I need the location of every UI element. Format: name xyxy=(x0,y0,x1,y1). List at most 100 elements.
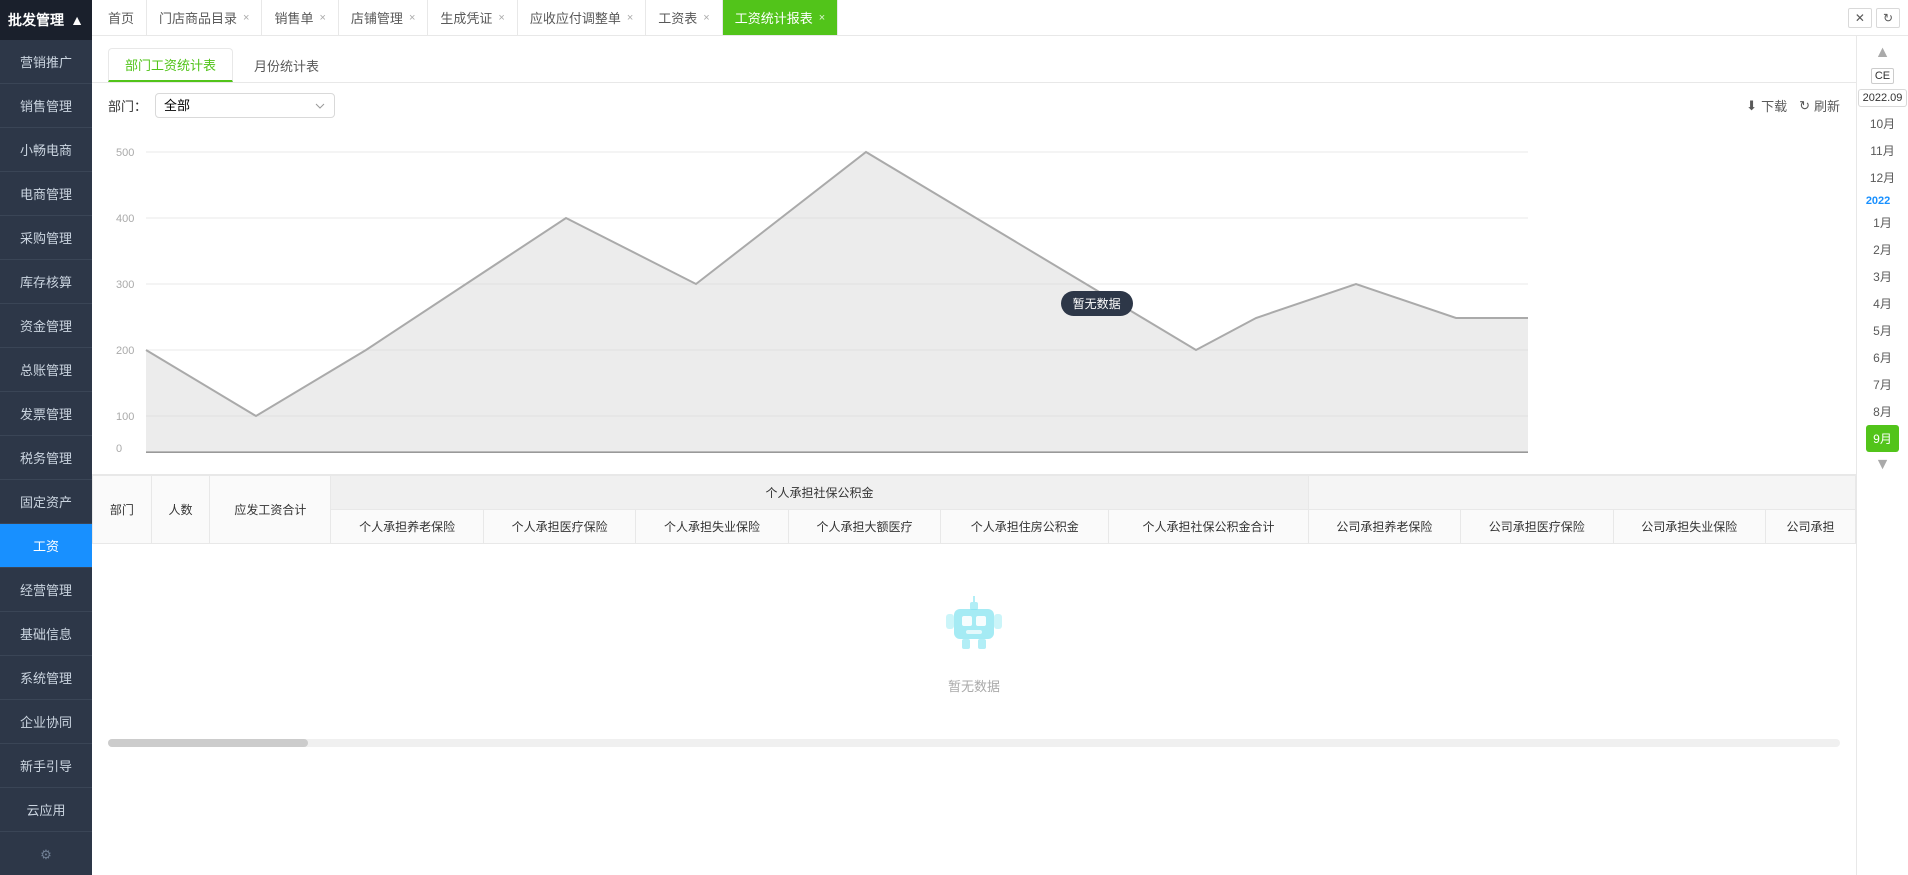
no-data-icon xyxy=(934,584,1014,664)
refresh-icon: ↻ xyxy=(1799,98,1810,114)
tab-生成凭证[interactable]: 生成凭证 × xyxy=(428,0,517,35)
sidebar-item-经营管理[interactable]: 经营管理 xyxy=(0,568,92,612)
tab-应收应付调整单[interactable]: 应收应付调整单× xyxy=(518,0,646,35)
tab-label: 店铺管理 xyxy=(351,8,403,27)
timeline-month-4月[interactable]: 4月 xyxy=(1866,290,1899,317)
sidebar-item-总账管理[interactable]: 总账管理 xyxy=(0,348,92,392)
th-total-salary: 应发工资合计 xyxy=(210,476,331,544)
sidebar-item-发票管理[interactable]: 发票管理 xyxy=(0,392,92,436)
timeline-up-nav[interactable]: ▲ xyxy=(1871,40,1895,66)
main-area: 首页门店商品目录×销售单×店铺管理×生成凭证×应收应付调整单×工资表×工资统计报… xyxy=(92,0,1908,875)
refresh-tabs-button[interactable]: ↻ xyxy=(1876,8,1900,28)
tab-close-btn[interactable]: × xyxy=(319,12,325,24)
timeline-month-5月[interactable]: 5月 xyxy=(1866,317,1899,344)
timeline-year-2022[interactable]: 2022 xyxy=(1866,191,1899,209)
close-all-button[interactable]: ✕ xyxy=(1848,8,1872,28)
sidebar-toggle-icon: ▲ xyxy=(70,12,84,28)
timeline-month-6月[interactable]: 6月 xyxy=(1866,344,1899,371)
sidebar-item-库存核算[interactable]: 库存核算 xyxy=(0,260,92,304)
sidebar-item-电商管理[interactable]: 电商管理 xyxy=(0,172,92,216)
sidebar-item-工资[interactable]: 工资 xyxy=(0,524,92,568)
th-count: 人数 xyxy=(151,476,210,544)
download-button[interactable]: ⬇ 下载 xyxy=(1746,96,1787,115)
tab-工资统计报表[interactable]: 工资统计报表 × xyxy=(723,0,838,35)
svg-text:100: 100 xyxy=(116,411,134,423)
timeline-month-7月[interactable]: 7月 xyxy=(1866,371,1899,398)
tab-close-btn[interactable]: × xyxy=(703,12,709,24)
sub-tab-月份统计表[interactable]: 月份统计表 xyxy=(237,49,336,82)
th-dept: 部门 xyxy=(93,476,152,544)
sidebar-item-资金管理[interactable]: 资金管理 xyxy=(0,304,92,348)
tab-label: 生成凭证 xyxy=(440,8,492,27)
sidebar-nav: 营销推广销售管理小畅电商电商管理采购管理库存核算资金管理总账管理发票管理税务管理… xyxy=(0,40,92,832)
timeline-month-1月[interactable]: 1月 xyxy=(1866,209,1899,236)
chart-wrap: 500 400 300 200 100 0 xyxy=(108,136,1840,466)
data-table: 部门 人数 应发工资合计 个人承担社保公积金 个人承担养老保险个人承担医疗保险个… xyxy=(92,475,1856,544)
tab-label: 工资表 xyxy=(658,8,697,27)
th-group-personal: 个人承担社保公积金 xyxy=(331,476,1308,510)
sidebar-item-销售管理[interactable]: 销售管理 xyxy=(0,84,92,128)
sidebar-item-采购管理[interactable]: 采购管理 xyxy=(0,216,92,260)
tab-店铺管理[interactable]: 店铺管理 × xyxy=(339,0,428,35)
svg-text:300: 300 xyxy=(116,279,134,291)
scrollbar-thumb[interactable] xyxy=(108,739,308,747)
main-panel: 部门工资统计表月份统计表 部门： 全部 ⬇ 下载 xyxy=(92,36,1856,875)
sidebar-item-小畅电商[interactable]: 小畅电商 xyxy=(0,128,92,172)
th-公司承担: 公司承担 xyxy=(1765,510,1855,544)
th-个人承担住房公积金: 个人承担住房公积金 xyxy=(941,510,1109,544)
sidebar-footer[interactable]: ⚙ xyxy=(0,835,92,875)
tab-close-btn[interactable]: × xyxy=(243,12,249,24)
tab-销售单[interactable]: 销售单 × xyxy=(262,0,338,35)
sidebar-item-固定资产[interactable]: 固定资产 xyxy=(0,480,92,524)
sidebar-item-企业协同[interactable]: 企业协同 xyxy=(0,700,92,744)
timeline-month-3月[interactable]: 3月 xyxy=(1866,263,1899,290)
sidebar-item-营销推广[interactable]: 营销推广 xyxy=(0,40,92,84)
no-data-container: 暂无数据 xyxy=(92,544,1856,735)
sidebar-header[interactable]: 批发管理 ▲ xyxy=(0,0,92,40)
timeline-month-8月[interactable]: 8月 xyxy=(1866,398,1899,425)
tab-label: 首页 xyxy=(108,8,134,27)
sidebar-item-税务管理[interactable]: 税务管理 xyxy=(0,436,92,480)
svg-text:400: 400 xyxy=(116,213,134,225)
timeline-month-12月[interactable]: 12月 xyxy=(1866,164,1899,191)
tab-label: 工资统计报表 xyxy=(735,8,813,27)
tab-close-btn[interactable]: × xyxy=(819,12,825,24)
tabs-bar: 首页门店商品目录×销售单×店铺管理×生成凭证×应收应付调整单×工资表×工资统计报… xyxy=(92,0,1908,36)
timeline-month-11月[interactable]: 11月 xyxy=(1866,137,1899,164)
sidebar-item-新手引导[interactable]: 新手引导 xyxy=(0,744,92,788)
th-公司承担失业保险: 公司承担失业保险 xyxy=(1613,510,1765,544)
chart-tooltip: 暂无数据 xyxy=(1061,291,1133,316)
tab-首页[interactable]: 首页 xyxy=(96,0,147,35)
table-wrap: 部门 人数 应发工资合计 个人承担社保公积金 个人承担养老保险个人承担医疗保险个… xyxy=(92,474,1856,875)
th-group-company xyxy=(1308,476,1855,510)
tab-工资表[interactable]: 工资表 × xyxy=(646,0,722,35)
timeline-panel: ▲ CE 2022.09 10月11月12月20221月2月3月4月5月6月7月… xyxy=(1856,36,1908,875)
timeline-month-10月[interactable]: 10月 xyxy=(1866,110,1899,137)
refresh-button[interactable]: ↻ 刷新 xyxy=(1799,96,1840,115)
tab-close-btn[interactable]: × xyxy=(627,12,633,24)
th-个人承担失业保险: 个人承担失业保险 xyxy=(636,510,788,544)
toolbar: 部门： 全部 ⬇ 下载 ↻ 刷新 xyxy=(92,83,1856,128)
toolbar-right: ⬇ 下载 ↻ 刷新 xyxy=(1746,96,1840,115)
tab-close-btn[interactable]: × xyxy=(409,12,415,24)
timeline-month-9月[interactable]: 9月 xyxy=(1866,425,1899,452)
timeline-down-nav[interactable]: ▼ xyxy=(1871,452,1895,478)
th-个人承担大额医疗: 个人承担大额医疗 xyxy=(788,510,940,544)
sidebar-item-基础信息[interactable]: 基础信息 xyxy=(0,612,92,656)
svg-text:0: 0 xyxy=(116,443,122,455)
tab-label: 销售单 xyxy=(274,8,313,27)
tab-close-btn[interactable]: × xyxy=(498,12,504,24)
timeline-year-badge[interactable]: 2022.09 xyxy=(1858,89,1908,107)
content-area: 部门工资统计表月份统计表 部门： 全部 ⬇ 下载 xyxy=(92,36,1908,875)
sidebar-item-系统管理[interactable]: 系统管理 xyxy=(0,656,92,700)
th-个人承担养老保险: 个人承担养老保险 xyxy=(331,510,483,544)
sub-tab-部门工资统计表[interactable]: 部门工资统计表 xyxy=(108,48,233,82)
chart-area: 500 400 300 200 100 0 xyxy=(92,128,1856,474)
sidebar-title: 批发管理 xyxy=(8,10,64,30)
horizontal-scrollbar[interactable] xyxy=(108,739,1840,747)
sidebar-item-云应用[interactable]: 云应用 xyxy=(0,788,92,832)
timeline-month-2月[interactable]: 2月 xyxy=(1866,236,1899,263)
tab-门店商品目录[interactable]: 门店商品目录× xyxy=(147,0,262,35)
dept-select[interactable]: 全部 xyxy=(155,93,335,118)
th-个人承担社保公积金合计: 个人承担社保公积金合计 xyxy=(1109,510,1308,544)
